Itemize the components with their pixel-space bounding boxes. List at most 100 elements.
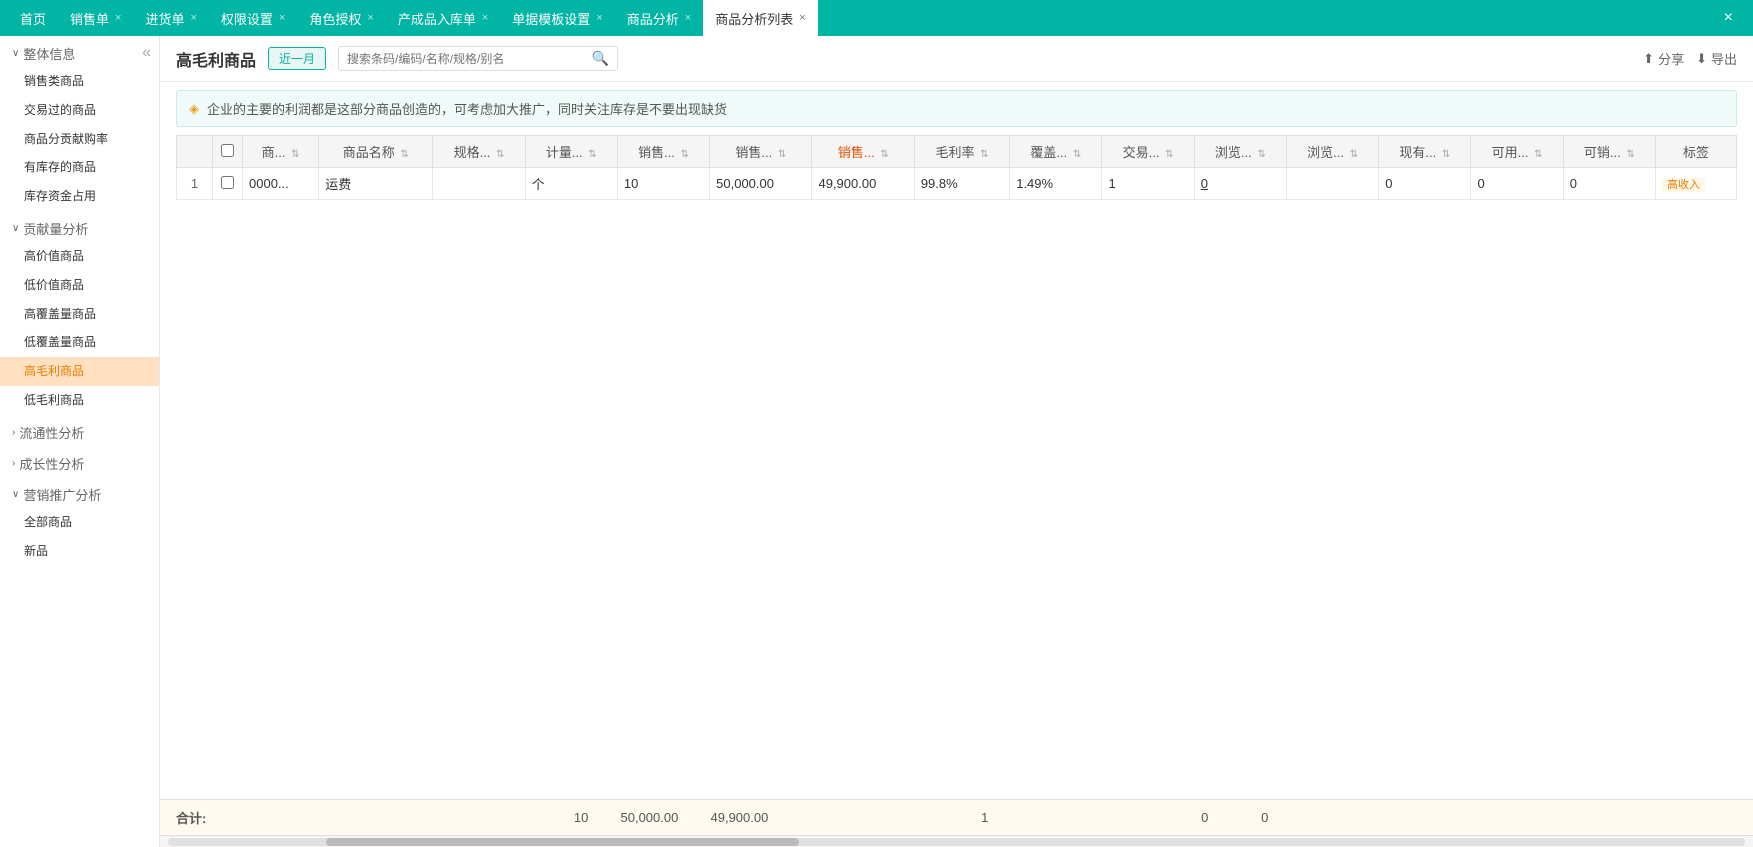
footer-available: 0: [1214, 810, 1274, 825]
export-button[interactable]: ⬇ 导出: [1696, 49, 1737, 68]
col-sales-profit[interactable]: 销售... ⇅: [812, 136, 914, 168]
sidebar-item-low-margin[interactable]: 低毛利商品: [0, 386, 159, 415]
sidebar-item-high-coverage[interactable]: 高覆盖量商品: [0, 300, 159, 329]
col-sales-qty[interactable]: 销售... ⇅: [617, 136, 709, 168]
sidebar-item-stock-capital[interactable]: 库存资金占用: [0, 182, 159, 211]
sort-icon: ⇅: [880, 149, 888, 160]
sidebar-collapse-button[interactable]: «: [142, 44, 151, 62]
close-icon[interactable]: ×: [115, 12, 121, 24]
row-unit: 个: [525, 168, 617, 200]
col-saleable[interactable]: 可销... ⇅: [1563, 136, 1655, 168]
sort-icon: ⇅: [400, 149, 408, 160]
close-icon[interactable]: ×: [596, 12, 602, 24]
export-icon: ⬇: [1696, 51, 1707, 67]
sort-icon: ⇅: [1073, 149, 1081, 160]
row-checkbox-cell[interactable]: [213, 168, 243, 200]
col-coverage[interactable]: 覆盖... ⇅: [1010, 136, 1102, 168]
col-trade[interactable]: 交易... ⇅: [1102, 136, 1194, 168]
row-available: 0: [1471, 168, 1563, 200]
row-checkbox[interactable]: [221, 176, 234, 189]
footer-spacer1: [214, 810, 294, 825]
expand-icon: ›: [12, 427, 15, 438]
col-browse1[interactable]: 浏览... ⇅: [1194, 136, 1286, 168]
sort-icon: ⇅: [1350, 149, 1358, 160]
col-unit[interactable]: 计量... ⇅: [525, 136, 617, 168]
sidebar-item-low-coverage[interactable]: 低覆盖量商品: [0, 328, 159, 357]
close-icon[interactable]: ×: [799, 12, 805, 24]
sidebar-item-high-margin[interactable]: 高毛利商品: [0, 357, 159, 386]
nav-item-product-in[interactable]: 产成品入库单 ×: [386, 0, 500, 36]
row-trade: 1: [1102, 168, 1194, 200]
nav-item-analysis[interactable]: 商品分析 ×: [615, 0, 703, 36]
footer-cells: 10 50,000.00 49,900.00 1 0 0: [214, 810, 1737, 825]
sort-icon: ⇅: [1442, 149, 1450, 160]
col-checkbox[interactable]: [213, 136, 243, 168]
sidebar-group-contribution[interactable]: ∨ 贡献量分析: [0, 211, 159, 242]
nav-item-template[interactable]: 单据模板设置 ×: [500, 0, 614, 36]
sidebar-item-low-value[interactable]: 低价值商品: [0, 271, 159, 300]
nav-item-sales[interactable]: 销售单 ×: [58, 0, 133, 36]
info-banner: ◈ 企业的主要的利润都是这部分商品创造的，可考虑加大推广，同时关注库存是不要出现…: [176, 90, 1737, 127]
col-browse2[interactable]: 浏览... ⇅: [1286, 136, 1378, 168]
sort-icon: ⇅: [778, 149, 786, 160]
sort-icon: ⇅: [1257, 149, 1265, 160]
sidebar-group-growth[interactable]: › 成长性分析: [0, 446, 159, 477]
footer-label: 合计:: [176, 808, 206, 827]
col-tag[interactable]: 标签: [1655, 136, 1736, 168]
sidebar-item-in-stock-goods[interactable]: 有库存的商品: [0, 153, 159, 182]
col-available[interactable]: 可用... ⇅: [1471, 136, 1563, 168]
footer-spacer7: [994, 810, 1074, 825]
col-code[interactable]: 商... ⇅: [243, 136, 319, 168]
sidebar-item-all-goods[interactable]: 全部商品: [0, 508, 159, 537]
nav-item-analysis-list[interactable]: 商品分析列表 ×: [703, 0, 817, 36]
sort-icon: ⇅: [1165, 149, 1173, 160]
row-name: 运费: [319, 168, 433, 200]
sort-icon: ⇅: [496, 149, 504, 160]
horizontal-scrollbar[interactable]: [160, 835, 1753, 847]
sidebar-item-sales-goods[interactable]: 销售类商品: [0, 67, 159, 96]
window-close-button[interactable]: ×: [1712, 9, 1745, 27]
tag-badge: 高收入: [1662, 178, 1705, 192]
row-num: 1: [177, 168, 213, 200]
footer-current: 0: [1154, 810, 1214, 825]
table-row: 1 0000... 运费 个 10 50,000.00 49,900.00 99…: [177, 168, 1737, 200]
close-icon[interactable]: ×: [190, 12, 196, 24]
search-box[interactable]: 🔍: [338, 46, 618, 71]
nav-item-purchase[interactable]: 进货单 ×: [133, 0, 208, 36]
col-current[interactable]: 现有... ⇅: [1379, 136, 1471, 168]
sort-icon: ⇅: [1626, 149, 1634, 160]
data-table: 商... ⇅ 商品名称 ⇅ 规格... ⇅ 计量...: [176, 135, 1737, 200]
close-icon[interactable]: ×: [482, 12, 488, 24]
sidebar-item-contribution-rate[interactable]: 商品分贡献购率: [0, 125, 159, 154]
scroll-thumb[interactable]: [326, 838, 799, 846]
row-sales-qty: 10: [617, 168, 709, 200]
sort-icon: ⇅: [588, 149, 596, 160]
sidebar-item-high-value[interactable]: 高价值商品: [0, 242, 159, 271]
share-button[interactable]: ⬆ 分享: [1643, 49, 1684, 68]
nav-item-permission[interactable]: 权限设置 ×: [209, 0, 297, 36]
sidebar-group-liquidity[interactable]: › 流通性分析: [0, 415, 159, 446]
table-container[interactable]: 商... ⇅ 商品名称 ⇅ 规格... ⇅ 计量...: [176, 135, 1737, 799]
period-button[interactable]: 近一月: [268, 47, 326, 70]
sidebar-group-marketing[interactable]: ∨ 营销推广分析: [0, 477, 159, 508]
nav-item-home[interactable]: 首页: [8, 0, 58, 36]
sort-icon: ⇅: [681, 149, 689, 160]
col-spec[interactable]: 规格... ⇅: [433, 136, 525, 168]
close-icon[interactable]: ×: [367, 12, 373, 24]
table-footer: 合计: 10 50,000.00 49,900.00 1 0 0: [160, 799, 1753, 835]
col-gross-rate[interactable]: 毛利率 ⇅: [914, 136, 1009, 168]
row-sales-amount: 50,000.00: [710, 168, 812, 200]
col-name[interactable]: 商品名称 ⇅: [319, 136, 433, 168]
nav-item-role[interactable]: 角色授权 ×: [297, 0, 385, 36]
row-browse1[interactable]: 0: [1194, 168, 1286, 200]
close-icon[interactable]: ×: [685, 12, 691, 24]
sidebar-item-new-goods[interactable]: 新品: [0, 537, 159, 566]
row-code: 0000...: [243, 168, 319, 200]
col-sales-amount[interactable]: 销售... ⇅: [710, 136, 812, 168]
select-all-checkbox[interactable]: [221, 144, 234, 157]
search-input[interactable]: [347, 52, 592, 66]
expand-icon: ∨: [12, 223, 19, 234]
close-icon[interactable]: ×: [279, 12, 285, 24]
sidebar-group-overall[interactable]: ∨ 整体信息: [0, 36, 159, 67]
sidebar-item-traded-goods[interactable]: 交易过的商品: [0, 96, 159, 125]
